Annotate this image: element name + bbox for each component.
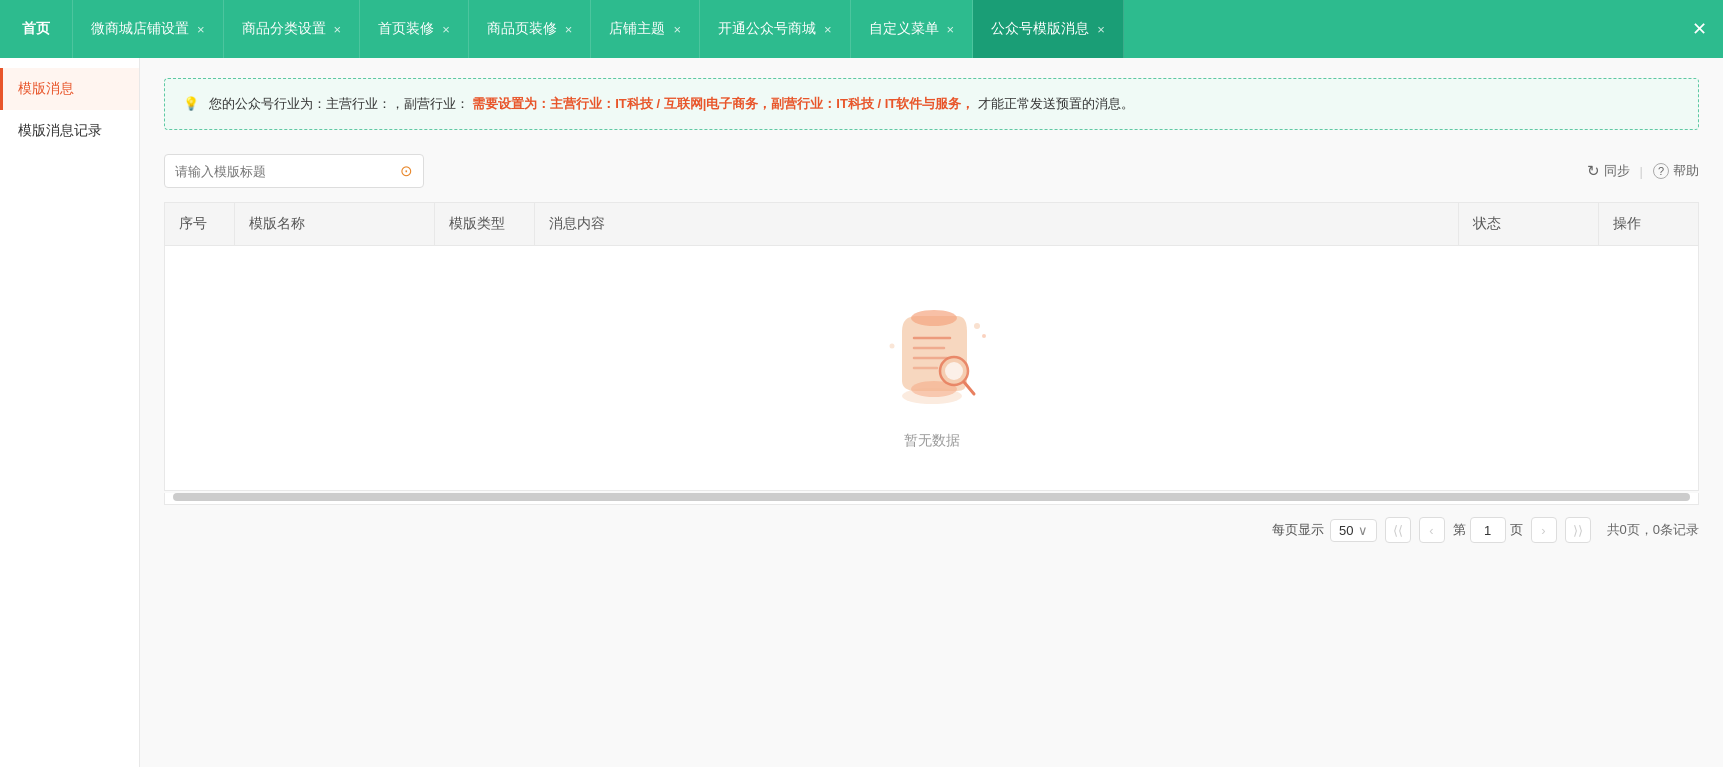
per-page-value: 50: [1339, 523, 1353, 538]
col-header-seq: 序号: [165, 203, 235, 246]
empty-text: 暂无数据: [904, 432, 960, 450]
close-home-decor-icon[interactable]: ×: [442, 22, 450, 37]
search-input-wrap[interactable]: ⊙: [164, 154, 424, 188]
last-page-button[interactable]: ⟩⟩: [1565, 517, 1591, 543]
col-header-status: 状态: [1459, 203, 1599, 246]
notice-prefix: 您的公众号行业为：主营行业：，副营行业：: [209, 96, 469, 111]
data-table: 序号 模版名称 模版类型 消息内容 状态 操作: [164, 202, 1699, 491]
close-shop-theme-icon[interactable]: ×: [673, 22, 681, 37]
empty-state-row: 暂无数据: [165, 246, 1699, 491]
empty-state: 暂无数据: [165, 246, 1698, 490]
nav-tab-product-category-label: 商品分类设置: [242, 20, 326, 38]
nav-tab-shop-theme-label: 店铺主题: [609, 20, 665, 38]
help-label: 帮助: [1673, 162, 1699, 180]
scrollbar-thumb[interactable]: [173, 493, 1690, 501]
nav-tab-custom-menu[interactable]: 自定义菜单 ×: [851, 0, 974, 58]
page-number-input[interactable]: [1470, 517, 1506, 543]
empty-illustration: [872, 296, 992, 416]
first-page-button[interactable]: ⟨⟨: [1385, 517, 1411, 543]
chevron-down-icon: ∨: [1358, 523, 1368, 538]
sync-button[interactable]: ↻ 同步: [1587, 162, 1630, 180]
svg-point-1: [911, 310, 957, 326]
close-custom-menu-icon[interactable]: ×: [947, 22, 955, 37]
next-page-button[interactable]: ›: [1531, 517, 1557, 543]
page-label-suffix: 页: [1510, 521, 1523, 539]
svg-point-8: [945, 362, 963, 380]
search-bar: ⊙ ↻ 同步 | ? 帮助: [164, 154, 1699, 188]
sidebar: 模版消息 模版消息记录: [0, 58, 140, 767]
toolbar-divider: |: [1640, 164, 1643, 179]
sync-label: 同步: [1604, 162, 1630, 180]
nav-tab-shop-theme[interactable]: 店铺主题 ×: [591, 0, 700, 58]
prev-page-button[interactable]: ‹: [1419, 517, 1445, 543]
nav-tab-template-msg[interactable]: 公众号模版消息 ×: [973, 0, 1124, 58]
content-area: 💡 您的公众号行业为：主营行业：，副营行业： 需要设置为：主营行业：IT科技 /…: [140, 58, 1723, 767]
nav-tab-micro-shop[interactable]: 微商城店铺设置 ×: [73, 0, 224, 58]
nav-tab-open-mall-label: 开通公众号商城: [718, 20, 816, 38]
close-all-button[interactable]: ✕: [1692, 18, 1707, 40]
close-product-decor-icon[interactable]: ×: [565, 22, 573, 37]
total-info: 共0页，0条记录: [1607, 521, 1699, 539]
nav-tab-home-decor[interactable]: 首页装修 ×: [360, 0, 469, 58]
sync-icon: ↻: [1587, 162, 1600, 180]
col-header-name: 模版名称: [235, 203, 435, 246]
nav-tab-product-category[interactable]: 商品分类设置 ×: [224, 0, 361, 58]
search-icon[interactable]: ⊙: [400, 162, 413, 180]
per-page-select: 每页显示 50 ∨: [1272, 519, 1376, 542]
close-template-msg-icon[interactable]: ×: [1097, 22, 1105, 37]
help-icon: ?: [1653, 163, 1669, 179]
nav-tab-custom-menu-label: 自定义菜单: [869, 20, 939, 38]
close-open-mall-icon[interactable]: ×: [824, 22, 832, 37]
nav-tab-home-decor-label: 首页装修: [378, 20, 434, 38]
sidebar-item-template-message-label: 模版消息: [18, 80, 74, 96]
page-label-prefix: 第: [1453, 521, 1466, 539]
close-micro-shop-icon[interactable]: ×: [197, 22, 205, 37]
table-header-row: 序号 模版名称 模版类型 消息内容 状态 操作: [165, 203, 1699, 246]
bulb-icon: 💡: [183, 96, 199, 111]
svg-point-11: [982, 334, 986, 338]
nav-tab-product-decor-label: 商品页装修: [487, 20, 557, 38]
nav-tab-micro-shop-label: 微商城店铺设置: [91, 20, 189, 38]
page-input-wrap: 第 页: [1453, 517, 1523, 543]
notice-highlight: 需要设置为：主营行业：IT科技 / 互联网|电子商务，副营行业：IT科技 / I…: [472, 96, 974, 111]
per-page-label: 每页显示: [1272, 521, 1324, 539]
notice-suffix: 才能正常发送预置的消息。: [978, 96, 1134, 111]
empty-state-cell: 暂无数据: [165, 246, 1699, 491]
help-button[interactable]: ? 帮助: [1653, 162, 1699, 180]
close-product-category-icon[interactable]: ×: [334, 22, 342, 37]
svg-point-10: [974, 323, 980, 329]
toolbar-right: ↻ 同步 | ? 帮助: [1587, 162, 1699, 180]
pagination: 每页显示 50 ∨ ⟨⟨ ‹ 第 页 › ⟩⟩ 共0页，0条记录: [164, 505, 1699, 543]
nav-tab-product-decor[interactable]: 商品页装修 ×: [469, 0, 592, 58]
svg-point-12: [889, 344, 894, 349]
col-header-action: 操作: [1599, 203, 1699, 246]
sidebar-item-template-message[interactable]: 模版消息: [0, 68, 139, 110]
nav-tab-home[interactable]: 首页: [0, 0, 73, 58]
svg-line-9: [964, 382, 974, 394]
notice-box: 💡 您的公众号行业为：主营行业：，副营行业： 需要设置为：主营行业：IT科技 /…: [164, 78, 1699, 130]
main-layout: 模版消息 模版消息记录 💡 您的公众号行业为：主营行业：，副营行业： 需要设置为…: [0, 58, 1723, 767]
col-header-content: 消息内容: [535, 203, 1459, 246]
sidebar-item-template-message-log[interactable]: 模版消息记录: [0, 110, 139, 152]
search-input[interactable]: [175, 164, 400, 179]
nav-tab-open-mall[interactable]: 开通公众号商城 ×: [700, 0, 851, 58]
sidebar-item-template-message-log-label: 模版消息记录: [18, 122, 102, 138]
col-header-type: 模版类型: [435, 203, 535, 246]
per-page-dropdown[interactable]: 50 ∨: [1330, 519, 1376, 542]
nav-tab-home-label: 首页: [22, 20, 50, 38]
nav-tab-template-msg-label: 公众号模版消息: [991, 20, 1089, 38]
horizontal-scrollbar[interactable]: [164, 493, 1699, 505]
top-nav: 首页 微商城店铺设置 × 商品分类设置 × 首页装修 × 商品页装修 × 店铺主…: [0, 0, 1723, 58]
